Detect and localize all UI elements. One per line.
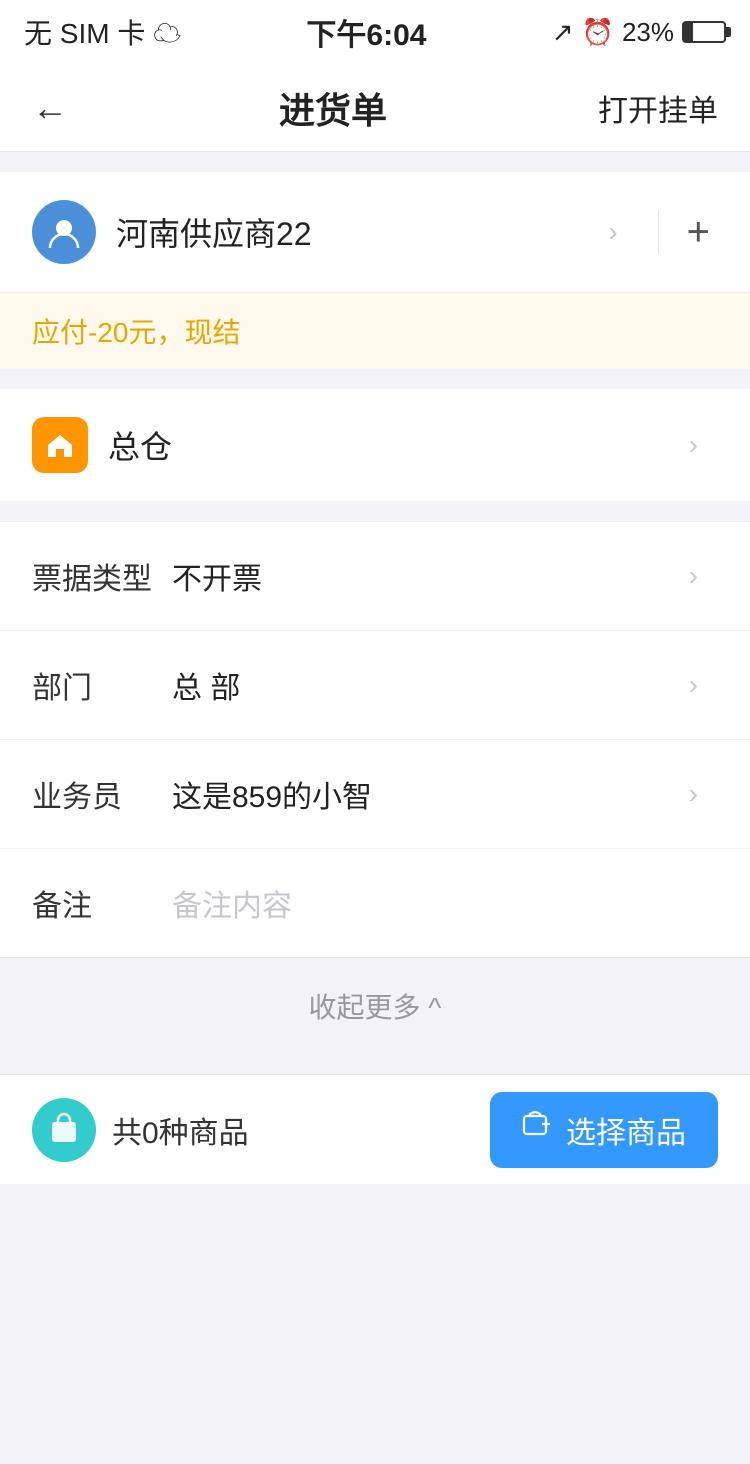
invoice-type-value: 不开票 bbox=[152, 554, 689, 598]
goods-icon bbox=[32, 1098, 96, 1162]
select-goods-button[interactable]: 选择商品 bbox=[490, 1092, 718, 1168]
chevron-right-icon: › bbox=[608, 216, 617, 248]
warehouse-row[interactable]: 总仓 › bbox=[0, 389, 750, 501]
gap-1 bbox=[0, 152, 750, 172]
status-time: 下午6:04 bbox=[306, 10, 426, 54]
salesperson-row[interactable]: 业务员 这是859的小智 › bbox=[0, 739, 750, 848]
select-goods-icon bbox=[522, 1110, 554, 1150]
open-pending-button[interactable]: 打开挂单 bbox=[598, 86, 718, 130]
department-value: 总 部 bbox=[152, 663, 689, 707]
supplier-section: 河南供应商22 › + 应付-20元，现结 bbox=[0, 172, 750, 369]
battery-text: 23% bbox=[622, 17, 674, 48]
back-button[interactable]: ← bbox=[32, 87, 68, 129]
warehouse-icon bbox=[32, 417, 88, 473]
warehouse-section: 总仓 › bbox=[0, 389, 750, 501]
status-right: ↗ ⏰ 23% bbox=[552, 17, 726, 48]
department-label: 部门 bbox=[32, 663, 152, 707]
avatar bbox=[32, 200, 96, 264]
divider-vertical bbox=[658, 210, 659, 254]
form-section: 票据类型 不开票 › 部门 总 部 › 业务员 这是859的小智 › 备注 备注… bbox=[0, 521, 750, 957]
warehouse-name: 总仓 bbox=[108, 422, 689, 468]
goods-count: 共0种商品 bbox=[112, 1108, 249, 1152]
remarks-input[interactable]: 备注内容 bbox=[152, 881, 718, 925]
signal-text: 无 SIM 卡 ☁ bbox=[24, 12, 181, 52]
invoice-type-label: 票据类型 bbox=[32, 554, 152, 598]
location-icon: ↗ bbox=[552, 17, 574, 48]
collapse-label: 收起更多 ^ bbox=[309, 986, 442, 1026]
gap-2 bbox=[0, 369, 750, 389]
bottom-bar: 共0种商品 选择商品 bbox=[0, 1074, 750, 1184]
collapse-row[interactable]: 收起更多 ^ bbox=[0, 957, 750, 1054]
supplier-row[interactable]: 河南供应商22 › + bbox=[0, 172, 750, 293]
alarm-icon: ⏰ bbox=[582, 17, 614, 48]
invoice-type-row[interactable]: 票据类型 不开票 › bbox=[0, 521, 750, 630]
remarks-label: 备注 bbox=[32, 881, 152, 925]
battery-icon bbox=[682, 21, 726, 43]
notice-text: 应付-20元，现结 bbox=[32, 317, 240, 348]
department-chevron-icon: › bbox=[689, 669, 698, 701]
supplier-name: 河南供应商22 bbox=[116, 209, 608, 255]
invoice-type-chevron-icon: › bbox=[689, 560, 698, 592]
page-title: 进货单 bbox=[279, 82, 387, 134]
status-bar: 无 SIM 卡 ☁ 下午6:04 ↗ ⏰ 23% bbox=[0, 0, 750, 64]
notice-bar: 应付-20元，现结 bbox=[0, 293, 750, 369]
status-left: 无 SIM 卡 ☁ bbox=[24, 12, 181, 52]
select-goods-label: 选择商品 bbox=[566, 1108, 686, 1152]
add-button[interactable]: + bbox=[679, 210, 718, 255]
gap-4 bbox=[0, 1054, 750, 1074]
department-row[interactable]: 部门 总 部 › bbox=[0, 630, 750, 739]
salesperson-label: 业务员 bbox=[32, 772, 152, 816]
salesperson-chevron-icon: › bbox=[689, 778, 698, 810]
goods-left: 共0种商品 bbox=[32, 1098, 249, 1162]
salesperson-value: 这是859的小智 bbox=[152, 772, 689, 816]
remarks-row[interactable]: 备注 备注内容 bbox=[0, 848, 750, 957]
gap-3 bbox=[0, 501, 750, 521]
page-background bbox=[0, 1184, 750, 1464]
nav-bar: ← 进货单 打开挂单 bbox=[0, 64, 750, 152]
warehouse-chevron-icon: › bbox=[689, 429, 698, 461]
